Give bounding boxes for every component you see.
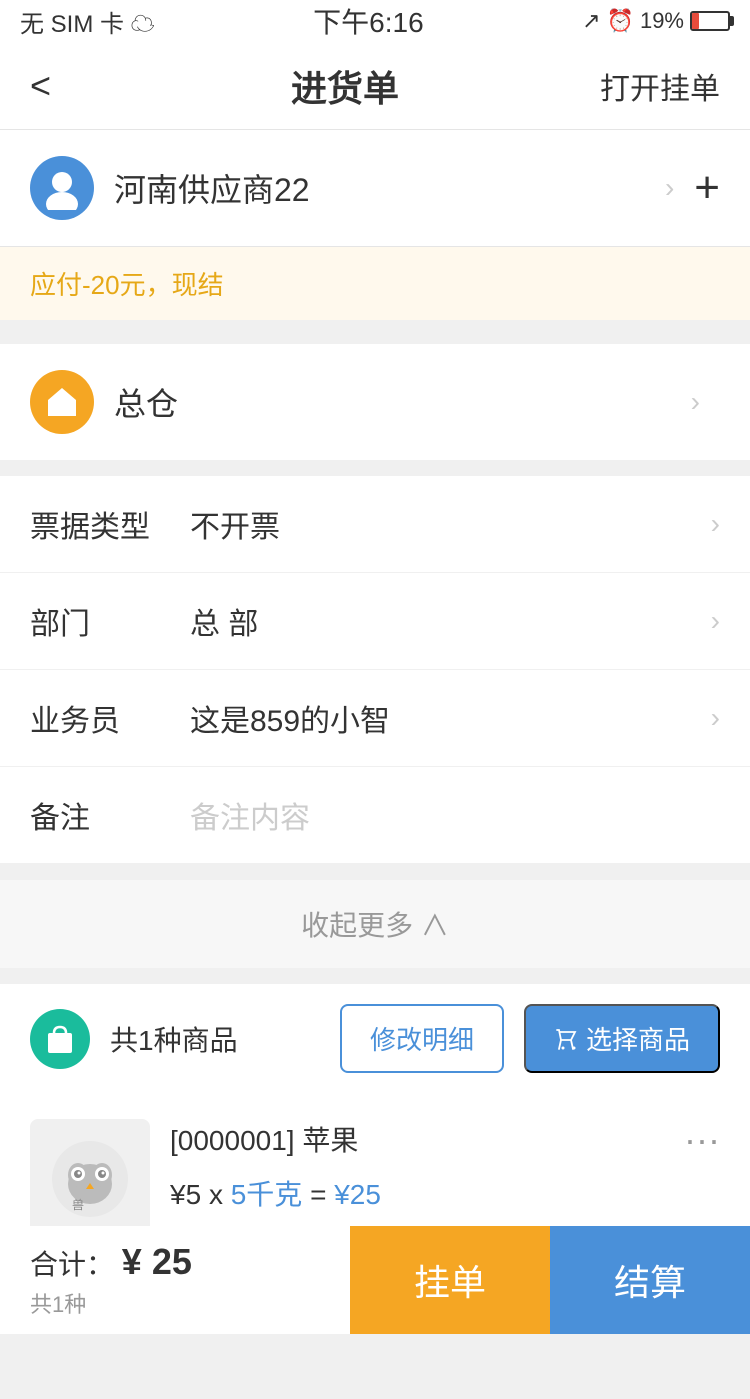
dept-label: 部门 [30,599,170,643]
form-section: 票据类型 不开票 › 部门 总 部 › 业务员 这是859的小智 › 备注 备注… [0,476,750,864]
supplier-avatar [30,156,94,220]
dept-row[interactable]: 部门 总 部 › [0,573,750,670]
multiply-sign: x [209,1179,231,1210]
dept-value: 总 部 [170,599,711,643]
product-more-button[interactable]: ··· [684,1119,720,1161]
product-count-text: 共1种商品 [110,1019,320,1059]
supplier-chevron: › [665,172,674,204]
product-unit-price: ¥5 [170,1179,201,1210]
invoice-value: 不开票 [170,502,711,546]
agent-row[interactable]: 业务员 这是859的小智 › [0,670,750,767]
dept-chevron: › [711,605,720,637]
invoice-row[interactable]: 票据类型 不开票 › [0,476,750,573]
product-qty: 5千克 [231,1179,303,1210]
shopping-bag-icon [42,1021,78,1057]
sim-text: 无 SIM 卡 ☁ [20,4,155,39]
location-icon: ↗ [582,8,600,34]
product-header: 共1种商品 修改明细 选择商品 [0,984,750,1093]
remark-row[interactable]: 备注 备注内容 [0,767,750,864]
supplier-section: 河南供应商22 › + 应付-20元，现结 [0,130,750,328]
product-info: [0000001] 苹果 ¥5 x 5千克 = ¥25 [170,1119,664,1213]
status-bar: 无 SIM 卡 ☁ 下午6:16 ↗ ⏰ 19% [0,0,750,42]
nav-bar: < 进货单 打开挂单 [0,42,750,130]
agent-label: 业务员 [30,696,170,740]
product-name-text: 苹果 [302,1125,358,1156]
alarm-icon: ⏰ [607,8,634,34]
remark-placeholder: 备注内容 [170,793,720,837]
home-icon [44,384,80,420]
equals-sign: = [310,1179,334,1210]
hang-button[interactable]: 挂单 [350,1226,550,1334]
remark-label: 备注 [30,793,170,837]
warehouse-row[interactable]: 总仓 › [0,344,750,460]
select-product-label: 选择商品 [586,1020,690,1057]
svg-text:兽: 兽 [72,1198,84,1212]
status-time: 下午6:16 [313,1,424,41]
status-right: ↗ ⏰ 19% [582,8,730,34]
agent-chevron: › [711,702,720,734]
warehouse-name: 总仓 [114,379,691,425]
battery-icon [690,11,730,31]
total-count: 共1种 [30,1287,320,1319]
back-button[interactable]: < [30,65,90,107]
product-price-row: ¥5 x 5千克 = ¥25 [170,1173,664,1213]
edit-detail-button[interactable]: 修改明细 [340,1004,504,1073]
product-name: [0000001] 苹果 [170,1119,664,1159]
add-supplier-button[interactable]: + [694,166,720,210]
open-hang-button[interactable]: 打开挂单 [600,64,720,108]
warehouse-chevron: › [691,386,700,418]
total-label-amount: 合计： ¥ 25 [30,1241,320,1283]
total-amount: ¥ 25 [122,1241,192,1282]
select-product-button[interactable]: 选择商品 [524,1004,720,1073]
main-content: 河南供应商22 › + 应付-20元，现结 总仓 › 票据类型 不开票 › 部门… [0,130,750,1399]
product-code: [0000001] [170,1125,295,1156]
agent-value: 这是859的小智 [170,696,711,740]
product-total: ¥25 [334,1179,381,1210]
avatar-icon [40,166,84,210]
page-title: 进货单 [291,60,399,112]
battery-percent: 19% [640,8,684,34]
status-left: 无 SIM 卡 ☁ [20,4,155,39]
settle-button[interactable]: 结算 [550,1226,750,1334]
collapse-button[interactable]: 收起更多 ∧ [0,880,750,968]
invoice-chevron: › [711,508,720,540]
products-section: 共1种商品 修改明细 选择商品 [0,984,750,1263]
supplier-name: 河南供应商22 [114,165,665,211]
total-label: 合计： [30,1249,114,1280]
invoice-label: 票据类型 [30,502,170,546]
supplier-alert: 应付-20元，现结 [0,247,750,328]
bottom-bar: 合计： ¥ 25 共1种 挂单 结算 [0,1226,750,1334]
supplier-row[interactable]: 河南供应商22 › + [0,130,750,247]
cart-icon [554,1027,578,1051]
total-section: 合计： ¥ 25 共1种 [0,1226,350,1334]
owl-logo: 兽 [50,1139,130,1219]
product-thumbnail: 兽 [30,1119,150,1239]
product-count-icon [30,1009,90,1069]
warehouse-icon [30,370,94,434]
